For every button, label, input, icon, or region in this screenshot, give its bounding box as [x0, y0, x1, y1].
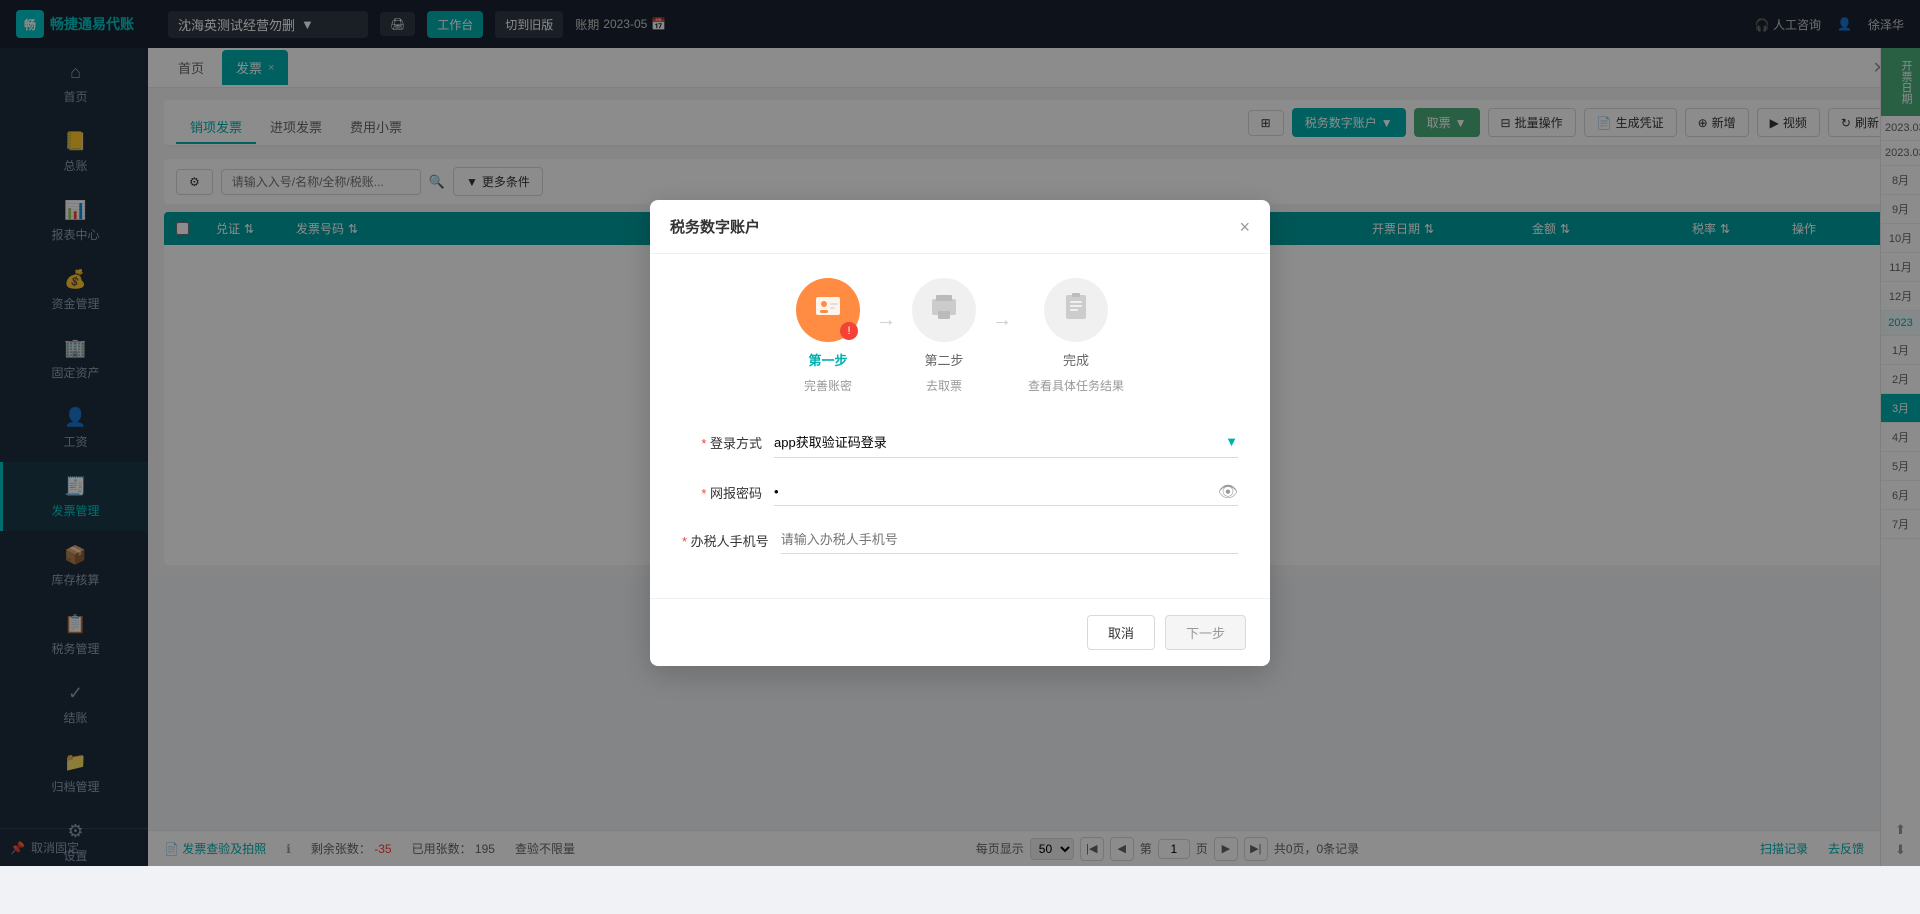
step-3-icon-wrap [1044, 278, 1108, 342]
login-method-row: * 登录方式 app获取验证码登录 ▼ [682, 426, 1238, 458]
login-method-select[interactable]: app获取验证码登录 ▼ [774, 426, 1238, 458]
step-2-label: 第二步 [924, 350, 963, 369]
step-2-sublabel: 去取票 [926, 377, 962, 394]
steps-container: ! 第一步 完善账密 → [682, 278, 1238, 394]
modal-body: ! 第一步 完善账密 → [650, 254, 1270, 598]
modal-dialog: 税务数字账户 × [650, 200, 1270, 666]
step-3-label: 完成 [1063, 350, 1089, 369]
phone-label: * 办税人手机号 [682, 531, 769, 550]
step-3-sublabel: 查看具体任务结果 [1028, 377, 1124, 394]
modal-title: 税务数字账户 [670, 216, 760, 237]
step-3: 完成 查看具体任务结果 [1028, 278, 1124, 394]
step-1-label: 第一步 [808, 350, 847, 369]
step-2: 第二步 去取票 [912, 278, 976, 394]
modal-footer: 取消 下一步 [650, 598, 1270, 666]
step-arrow-2: → [992, 309, 1012, 332]
password-input[interactable] [774, 478, 1218, 505]
step-1-badge: ! [840, 322, 858, 340]
password-input-wrap: 👁 [774, 478, 1238, 506]
step-2-icon-wrap [912, 278, 976, 342]
password-label: * 网报密码 [682, 483, 762, 502]
toggle-password-icon[interactable]: 👁 [1218, 482, 1238, 502]
step-3-icon [1060, 291, 1092, 330]
login-method-value: app获取验证码登录 [774, 432, 887, 451]
modal-close-btn[interactable]: × [1239, 218, 1250, 236]
phone-row: * 办税人手机号 [682, 526, 1238, 554]
password-row: * 网报密码 👁 [682, 478, 1238, 506]
step-arrow-1: → [876, 309, 896, 332]
step-2-icon [928, 291, 960, 330]
phone-input[interactable] [781, 526, 1238, 554]
modal-overlay: 税务数字账户 × [0, 0, 1920, 866]
step-1-icon-wrap: ! [796, 278, 860, 342]
step-1-sublabel: 完善账密 [804, 377, 852, 394]
login-method-label: * 登录方式 [682, 433, 762, 452]
step-1-icon [812, 291, 844, 330]
cancel-btn[interactable]: 取消 [1087, 615, 1155, 650]
step-1: ! 第一步 完善账密 [796, 278, 860, 394]
next-btn[interactable]: 下一步 [1165, 615, 1246, 650]
login-method-dropdown-icon: ▼ [1225, 434, 1238, 449]
modal-header: 税务数字账户 × [650, 200, 1270, 254]
